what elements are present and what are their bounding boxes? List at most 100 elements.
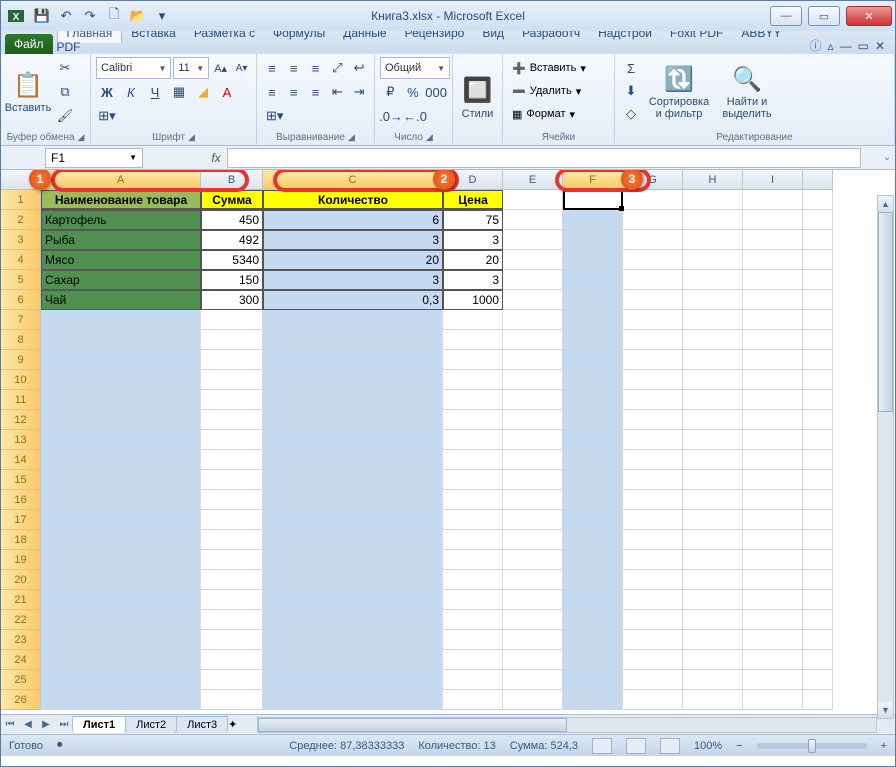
workbook-restore-icon[interactable]: ▭ [858, 39, 869, 53]
align-left-icon[interactable]: ≡ [262, 81, 282, 103]
cell-C26[interactable] [263, 690, 443, 710]
cell-G18[interactable] [623, 530, 683, 550]
cell-A26[interactable] [41, 690, 201, 710]
cell-F3[interactable] [563, 230, 623, 250]
cell-I21[interactable] [743, 590, 803, 610]
cell-A17[interactable] [41, 510, 201, 530]
cell-H23[interactable] [683, 630, 743, 650]
cell-F10[interactable] [563, 370, 623, 390]
col-header-extra[interactable] [803, 170, 833, 190]
zoom-slider[interactable] [757, 743, 867, 749]
cell-D17[interactable] [443, 510, 503, 530]
cell-F23[interactable] [563, 630, 623, 650]
cell-H19[interactable] [683, 550, 743, 570]
cell-F11[interactable] [563, 390, 623, 410]
font-name-combo[interactable]: Calibri▼ [96, 57, 171, 79]
cell-C8[interactable] [263, 330, 443, 350]
cell-B6[interactable]: 300 [201, 290, 263, 310]
align-top-icon[interactable]: ≡ [262, 57, 282, 79]
row-header-18[interactable]: 18 [1, 530, 41, 550]
cell-C6[interactable]: 0,3 [263, 290, 443, 310]
cell-undefined19[interactable] [803, 550, 833, 570]
cell-undefined6[interactable] [803, 290, 833, 310]
cell-H26[interactable] [683, 690, 743, 710]
cell-B21[interactable] [201, 590, 263, 610]
cell-F24[interactable] [563, 650, 623, 670]
row-header-25[interactable]: 25 [1, 670, 41, 690]
cell-C12[interactable] [263, 410, 443, 430]
cell-B23[interactable] [201, 630, 263, 650]
cell-undefined8[interactable] [803, 330, 833, 350]
cell-B5[interactable]: 150 [201, 270, 263, 290]
cell-undefined18[interactable] [803, 530, 833, 550]
cell-B19[interactable] [201, 550, 263, 570]
row-header-19[interactable]: 19 [1, 550, 41, 570]
cell-G24[interactable] [623, 650, 683, 670]
new-sheet-icon[interactable]: ✦ [228, 718, 237, 731]
cell-E21[interactable] [503, 590, 563, 610]
cell-H10[interactable] [683, 370, 743, 390]
cell-D10[interactable] [443, 370, 503, 390]
cell-C1[interactable]: Количество [263, 190, 443, 210]
cell-H16[interactable] [683, 490, 743, 510]
underline-icon[interactable]: Ч [144, 81, 166, 103]
cell-D21[interactable] [443, 590, 503, 610]
cell-H7[interactable] [683, 310, 743, 330]
cell-D5[interactable]: 3 [443, 270, 503, 290]
cell-D24[interactable] [443, 650, 503, 670]
cell-F8[interactable] [563, 330, 623, 350]
row-header-15[interactable]: 15 [1, 470, 41, 490]
cell-undefined4[interactable] [803, 250, 833, 270]
cell-G13[interactable] [623, 430, 683, 450]
cell-E12[interactable] [503, 410, 563, 430]
ribbon-help-icon[interactable]: ⓘ [810, 37, 822, 54]
paste-button[interactable]: 📋 Вставить [6, 57, 50, 130]
col-header-C[interactable]: C [263, 170, 443, 190]
cell-E19[interactable] [503, 550, 563, 570]
cell-H22[interactable] [683, 610, 743, 630]
cell-D22[interactable] [443, 610, 503, 630]
cell-B22[interactable] [201, 610, 263, 630]
cell-F17[interactable] [563, 510, 623, 530]
cell-F7[interactable] [563, 310, 623, 330]
cell-D15[interactable] [443, 470, 503, 490]
zoom-level[interactable]: 100% [694, 740, 722, 752]
row-header-14[interactable]: 14 [1, 450, 41, 470]
border-icon[interactable]: ▦ [168, 81, 190, 103]
cell-G19[interactable] [623, 550, 683, 570]
cell-G22[interactable] [623, 610, 683, 630]
align-right-icon[interactable]: ≡ [306, 81, 326, 103]
row-header-12[interactable]: 12 [1, 410, 41, 430]
cells-area[interactable]: Наименование товараСуммаКоличествоЦенаКа… [41, 190, 833, 710]
row-header-1[interactable]: 1 [1, 190, 41, 210]
cell-F5[interactable] [563, 270, 623, 290]
cell-I16[interactable] [743, 490, 803, 510]
cell-E2[interactable] [503, 210, 563, 230]
cell-C9[interactable] [263, 350, 443, 370]
cell-I12[interactable] [743, 410, 803, 430]
cell-I19[interactable] [743, 550, 803, 570]
cell-I2[interactable] [743, 210, 803, 230]
cell-G26[interactable] [623, 690, 683, 710]
cell-C24[interactable] [263, 650, 443, 670]
orientation-icon[interactable]: ⤢ [327, 57, 347, 79]
formula-input[interactable] [227, 148, 861, 168]
number-dialog-icon[interactable]: ◢ [426, 132, 433, 142]
cell-G17[interactable] [623, 510, 683, 530]
cell-F26[interactable] [563, 690, 623, 710]
font-color-icon[interactable]: A [216, 81, 238, 103]
close-button[interactable]: ✕ [846, 6, 892, 26]
cell-A15[interactable] [41, 470, 201, 490]
cell-A14[interactable] [41, 450, 201, 470]
cell-A11[interactable] [41, 390, 201, 410]
cell-E18[interactable] [503, 530, 563, 550]
cell-F20[interactable] [563, 570, 623, 590]
cell-I1[interactable] [743, 190, 803, 210]
cell-D14[interactable] [443, 450, 503, 470]
vscroll-thumb[interactable] [878, 212, 893, 412]
cell-G14[interactable] [623, 450, 683, 470]
tab-file[interactable]: Файл [5, 34, 53, 54]
cell-undefined25[interactable] [803, 670, 833, 690]
cell-I6[interactable] [743, 290, 803, 310]
cell-B10[interactable] [201, 370, 263, 390]
